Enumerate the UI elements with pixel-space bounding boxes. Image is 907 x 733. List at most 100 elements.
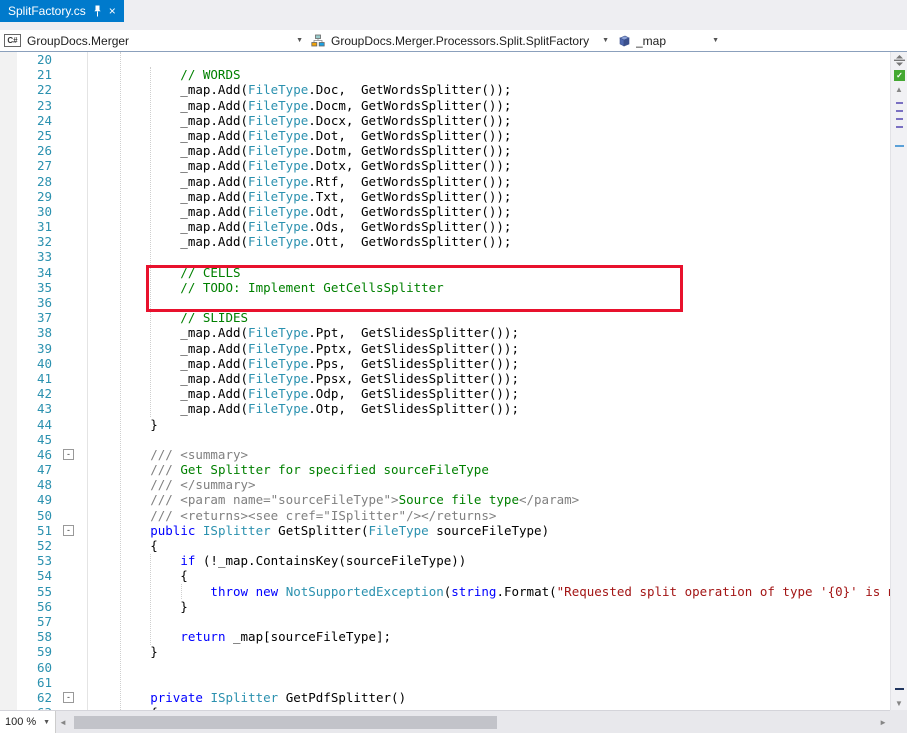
line-number: 61 <box>36 674 52 690</box>
fold-margin: - <box>52 446 88 463</box>
code-line: 46- /// <summary> <box>0 446 890 463</box>
line-number: 31 <box>36 219 52 235</box>
line-number: 56 <box>36 598 52 614</box>
fold-margin <box>52 219 88 235</box>
fold-margin <box>52 249 88 265</box>
line-number: 21 <box>36 67 52 83</box>
project-dropdown[interactable]: C# GroupDocs.Merger ▼ <box>0 30 307 51</box>
line-number: 52 <box>36 538 52 553</box>
line-number: 28 <box>36 173 52 189</box>
fold-margin <box>52 295 88 311</box>
fold-margin <box>52 598 88 614</box>
code-text: if (!_map.ContainsKey(sourceFileType)) <box>180 553 467 569</box>
code-text: _map.Add(FileType.Pptx, GetSlidesSplitte… <box>90 340 519 356</box>
fold-margin <box>52 158 88 174</box>
code-text: /// <summary> <box>90 446 249 462</box>
code-text: // TODO: Implement GetCellsSplitter <box>90 279 444 295</box>
fold-margin <box>52 52 88 68</box>
code-line: 56 } <box>0 598 890 614</box>
scrollbar-corner <box>890 710 907 733</box>
code-line: 53 if (!_map.ContainsKey(sourceFileType)… <box>0 553 890 569</box>
code-line: 21 // WORDS <box>0 67 890 83</box>
code-line: 38 _map.Add(FileType.Ppt, GetSlidesSplit… <box>0 325 890 341</box>
code-line: 27 _map.Add(FileType.Dotx, GetWordsSplit… <box>0 158 890 174</box>
code-line: 36 <box>0 295 890 311</box>
member-dropdown-label: _map <box>636 33 667 48</box>
line-number: 29 <box>36 188 52 204</box>
fold-margin <box>52 264 88 280</box>
fold-collapse-box[interactable]: - <box>63 524 74 536</box>
code-text: _map.Add(FileType.Txt, GetWordsSplitter(… <box>90 188 512 204</box>
code-text: _map.Add(FileType.Rtf, GetWordsSplitter(… <box>90 173 512 189</box>
type-dropdown[interactable]: GroupDocs.Merger.Processors.Split.SplitF… <box>307 30 613 51</box>
split-editor-grip[interactable] <box>891 53 907 68</box>
fold-margin <box>52 67 88 83</box>
code-line: 37 // SLIDES <box>0 310 890 326</box>
line-number: 49 <box>36 492 52 508</box>
pin-icon[interactable] <box>93 5 102 17</box>
tab-strip-filler <box>0 22 907 30</box>
code-line: 22 _map.Add(FileType.Doc, GetWordsSplitt… <box>0 82 890 98</box>
code-line: 31 _map.Add(FileType.Ods, GetWordsSplitt… <box>0 219 890 235</box>
fold-margin <box>52 112 88 128</box>
line-number: 46 <box>36 446 52 462</box>
fold-collapse-box[interactable]: - <box>63 448 74 460</box>
code-line: 28 _map.Add(FileType.Rtf, GetWordsSplitt… <box>0 173 890 189</box>
line-number: 35 <box>36 279 52 295</box>
code-line: 39 _map.Add(FileType.Pptx, GetSlidesSpli… <box>0 340 890 356</box>
document-tab-bar: SplitFactory.cs × <box>0 0 907 22</box>
code-text: _map.Add(FileType.Ppt, GetSlidesSplitter… <box>90 325 519 341</box>
code-line: 58 return _map[sourceFileType]; <box>0 629 890 645</box>
code-text: _map.Add(FileType.Docx, GetWordsSplitter… <box>90 112 512 128</box>
line-number: 53 <box>36 553 52 569</box>
fold-margin <box>52 568 88 584</box>
scroll-left-button[interactable]: ◄ <box>59 718 67 727</box>
code-line: 48 /// </summary> <box>0 477 890 493</box>
line-number: 58 <box>36 629 52 645</box>
code-line: 54 { <box>0 568 890 584</box>
close-icon[interactable]: × <box>109 5 116 17</box>
tab-splitfactory[interactable]: SplitFactory.cs × <box>0 0 124 22</box>
fold-collapse-box[interactable]: - <box>63 691 74 703</box>
line-number: 30 <box>36 203 52 219</box>
code-analysis-status-icon: ✓ <box>894 70 905 81</box>
line-number: 40 <box>36 355 52 371</box>
code-text: _map.Add(FileType.Pps, GetSlidesSplitter… <box>90 355 519 371</box>
scroll-up-button[interactable]: ▲ <box>891 85 907 94</box>
code-text: public ISplitter GetSplitter(FileType so… <box>150 522 550 538</box>
chevron-down-icon: ▼ <box>43 718 50 726</box>
horizontal-scroll-thumb[interactable] <box>74 716 497 729</box>
line-number: 43 <box>36 401 52 417</box>
fold-margin: - <box>52 522 88 538</box>
horizontal-scrollbar[interactable]: ◄ ► <box>56 711 890 733</box>
line-number: 51 <box>36 522 52 538</box>
fold-margin <box>52 613 88 630</box>
fold-margin <box>52 492 88 508</box>
line-number: 47 <box>36 462 52 478</box>
zoom-level-label: 100 % <box>5 716 37 728</box>
fold-margin <box>52 538 88 554</box>
fold-margin <box>52 386 88 402</box>
code-line: 33 <box>0 249 890 265</box>
scroll-right-button[interactable]: ► <box>879 718 887 727</box>
code-line: 24 _map.Add(FileType.Docx, GetWordsSplit… <box>0 112 890 128</box>
scroll-down-button[interactable]: ▼ <box>891 699 907 708</box>
line-number: 48 <box>36 477 52 493</box>
line-number: 50 <box>36 507 52 523</box>
fold-margin <box>52 188 88 204</box>
code-line: 34 // CELLS <box>0 264 890 280</box>
code-text: } <box>90 598 188 614</box>
line-number: 27 <box>36 158 52 174</box>
zoom-level-dropdown[interactable]: 100 % ▼ <box>0 711 56 733</box>
member-dropdown[interactable]: _map ▼ <box>613 30 723 51</box>
code-editor[interactable]: 20 21 // WORDS 22 _map.Add(FileType.Doc, G… <box>0 52 890 710</box>
code-text: _map.Add(FileType.Odt, GetWordsSplitter(… <box>90 203 512 219</box>
tab-title: SplitFactory.cs <box>8 4 86 18</box>
line-number: 32 <box>36 234 52 250</box>
chevron-down-icon: ▼ <box>296 37 303 44</box>
fold-margin <box>52 355 88 371</box>
vertical-scrollbar[interactable]: ✓ ▲ ▼ <box>890 52 907 710</box>
scrollbar-marker <box>896 126 903 128</box>
code-text: } <box>90 416 158 432</box>
fold-margin <box>52 203 88 220</box>
